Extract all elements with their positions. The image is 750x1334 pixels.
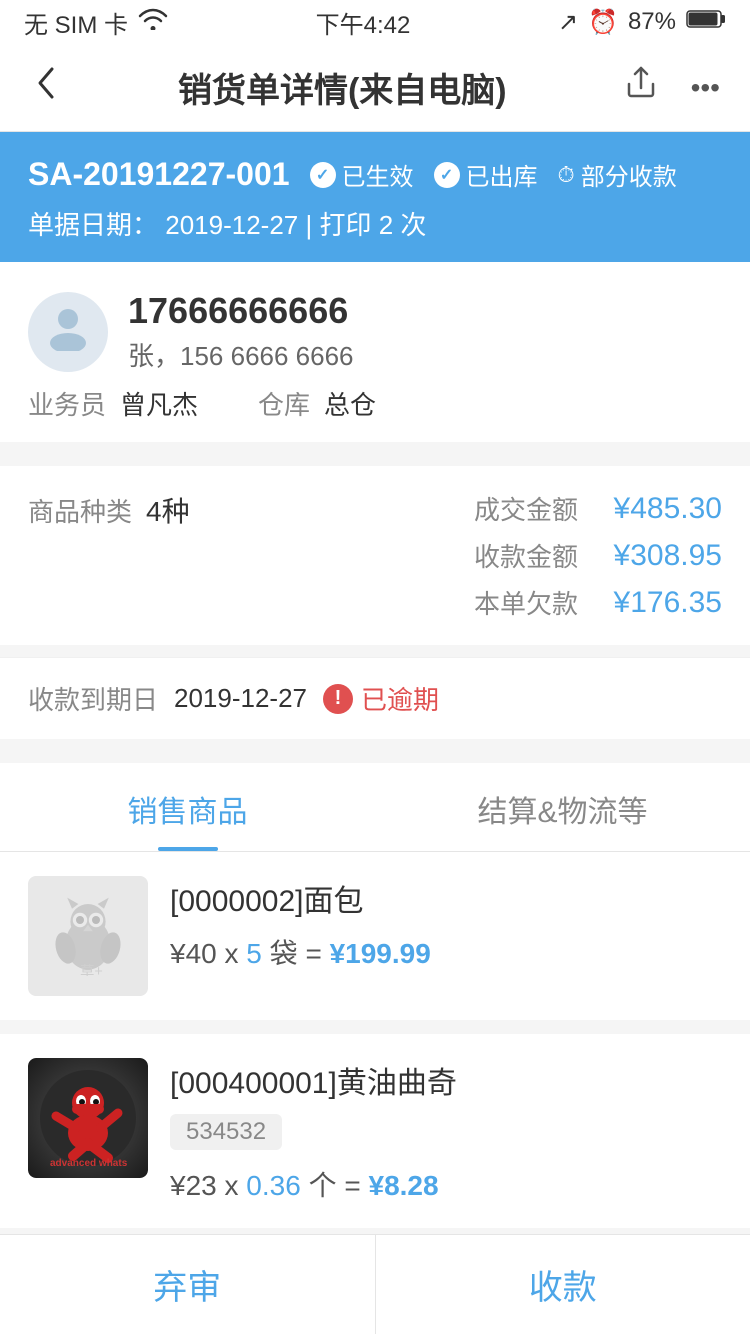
customer-section: 17666666666 张，156 6666 6666 业务员 曾凡杰 仓库 总… (0, 262, 750, 442)
owed-amount: ¥176.35 (602, 586, 722, 620)
product-total-2: ¥8.28 (369, 1170, 439, 1201)
order-header-banner: SA-20191227-001 ✓ 已生效 ✓ 已出库 ⏱ 部分收款 单据日期：… (0, 132, 750, 262)
customer-name: 张，156 6666 6666 (128, 336, 354, 373)
product-separator (0, 1022, 750, 1034)
owed-label: 本单欠款 (474, 584, 578, 621)
wifi-icon (138, 8, 168, 37)
product-name-1: [0000002]面包 (170, 876, 722, 920)
collected-amount-row: 收款金额 ¥308.95 (474, 537, 722, 574)
product-info-2: [000400001]黄油曲奇 534532 ¥23 x 0.36 个 = ¥8… (170, 1058, 722, 1204)
status-left: 无 SIM 卡 (24, 5, 168, 40)
product-price-2: ¥23 x 0.36 个 = ¥8.28 (170, 1164, 722, 1204)
nav-actions: ••• (617, 60, 726, 115)
product-sku-badge-2: 534532 (170, 1114, 282, 1150)
overdue-icon: ! (323, 684, 353, 714)
salesperson-item: 业务员 曾凡杰 (28, 385, 198, 422)
order-date-row: 单据日期： 2019-12-27 | 打印 2 次 (28, 205, 722, 242)
alarm-icon: ⏰ (588, 8, 618, 37)
bottom-action-bar: 弃审 收款 (0, 1234, 750, 1334)
collected-amount: ¥308.95 (602, 539, 722, 573)
share-button[interactable] (617, 60, 665, 115)
product-image-placeholder-1: 草+ (28, 876, 148, 996)
collect-payment-button[interactable]: 收款 (376, 1235, 750, 1334)
product-count-area: 商品种类 4种 (28, 490, 474, 530)
more-button[interactable]: ••• (685, 66, 726, 110)
transaction-amount: ¥485.30 (602, 492, 722, 526)
salesperson-label: 业务员 (28, 385, 106, 422)
warehouse-item: 仓库 总仓 (258, 385, 376, 422)
customer-row: 17666666666 张，156 6666 6666 (28, 290, 722, 373)
product-image-2: advanced whats (28, 1058, 148, 1178)
product-qty-2: 0.36 (246, 1170, 301, 1201)
cancel-review-button[interactable]: 弃审 (0, 1235, 376, 1334)
overdue-text: 已逾期 (361, 680, 439, 717)
due-date-label: 收款到期日 (28, 680, 158, 717)
svg-text:草+: 草+ (80, 963, 103, 976)
order-id-row: SA-20191227-001 ✓ 已生效 ✓ 已出库 ⏱ 部分收款 (28, 156, 722, 193)
clock-icon: ⏱ (558, 162, 575, 188)
status-badge-partial: ⏱ 部分收款 (558, 157, 677, 192)
tabs-bar: 销售商品 结算&物流等 (0, 763, 750, 852)
warehouse-name: 总仓 (324, 385, 376, 422)
product-name-2: [000400001]黄油曲奇 (170, 1058, 722, 1102)
transaction-label: 成交金额 (474, 490, 578, 527)
status-badge-shipped: ✓ 已出库 (434, 157, 538, 192)
status-right: ↗ ⏰ 87% (558, 8, 726, 37)
separator-2 (0, 751, 750, 763)
separator-1 (0, 454, 750, 466)
location-icon: ↗ (558, 8, 578, 37)
carrier-label: 无 SIM 卡 (24, 5, 128, 40)
svg-text:advanced whats: advanced whats (50, 1158, 128, 1168)
product-info-1: [0000002]面包 ¥40 x 5 袋 = ¥199.99 (170, 876, 722, 972)
customer-phone: 17666666666 (128, 290, 354, 332)
customer-info: 17666666666 张，156 6666 6666 (128, 290, 354, 373)
product-type-label: 商品种类 (28, 492, 132, 529)
product-total-1: ¥199.99 (330, 938, 431, 969)
warehouse-label: 仓库 (258, 385, 310, 422)
tab-products[interactable]: 销售商品 (0, 763, 375, 851)
battery-icon (686, 8, 726, 36)
product-qty-1: 5 (246, 938, 262, 969)
page-title: 销货单详情(来自电脑) (68, 63, 617, 112)
time-display: 下午4:42 (316, 5, 411, 40)
check-icon-1: ✓ (310, 162, 336, 188)
status-bar: 无 SIM 卡 下午4:42 ↗ ⏰ 87% (0, 0, 750, 44)
status-badge-activated: ✓ 已生效 (310, 157, 414, 192)
user-icon (43, 301, 93, 362)
back-button[interactable] (24, 53, 68, 122)
product-thumbnail-1: 草+ (28, 876, 148, 996)
list-item: advanced whats [000400001]黄油曲奇 534532 ¥2… (0, 1034, 750, 1228)
check-icon-2: ✓ (434, 162, 460, 188)
nav-bar: 销货单详情(来自电脑) ••• (0, 44, 750, 132)
collected-label: 收款金额 (474, 537, 578, 574)
owed-amount-row: 本单欠款 ¥176.35 (474, 584, 722, 621)
amounts-area: 成交金额 ¥485.30 收款金额 ¥308.95 本单欠款 ¥176.35 (474, 490, 722, 621)
customer-avatar (28, 292, 108, 372)
list-item: 草+ [0000002]面包 ¥40 x 5 袋 = ¥199.99 (0, 852, 750, 1020)
product-thumbnail-2: advanced whats (28, 1058, 148, 1178)
order-id: SA-20191227-001 (28, 156, 290, 193)
product-list: 草+ [0000002]面包 ¥40 x 5 袋 = ¥199.99 (0, 852, 750, 1228)
overdue-badge: ! 已逾期 (323, 680, 439, 717)
product-type-count: 4种 (146, 490, 190, 530)
summary-section: 商品种类 4种 成交金额 ¥485.30 收款金额 ¥308.95 本单欠款 ¥… (0, 466, 750, 645)
due-date-value: 2019-12-27 (174, 683, 307, 714)
salesperson-name: 曾凡杰 (120, 385, 198, 422)
battery-label: 87% (628, 8, 676, 36)
customer-meta: 业务员 曾凡杰 仓库 总仓 (28, 385, 722, 422)
product-price-1: ¥40 x 5 袋 = ¥199.99 (170, 932, 722, 972)
transaction-amount-row: 成交金额 ¥485.30 (474, 490, 722, 527)
tab-settlement[interactable]: 结算&物流等 (375, 763, 750, 851)
due-date-section: 收款到期日 2019-12-27 ! 已逾期 (0, 657, 750, 739)
